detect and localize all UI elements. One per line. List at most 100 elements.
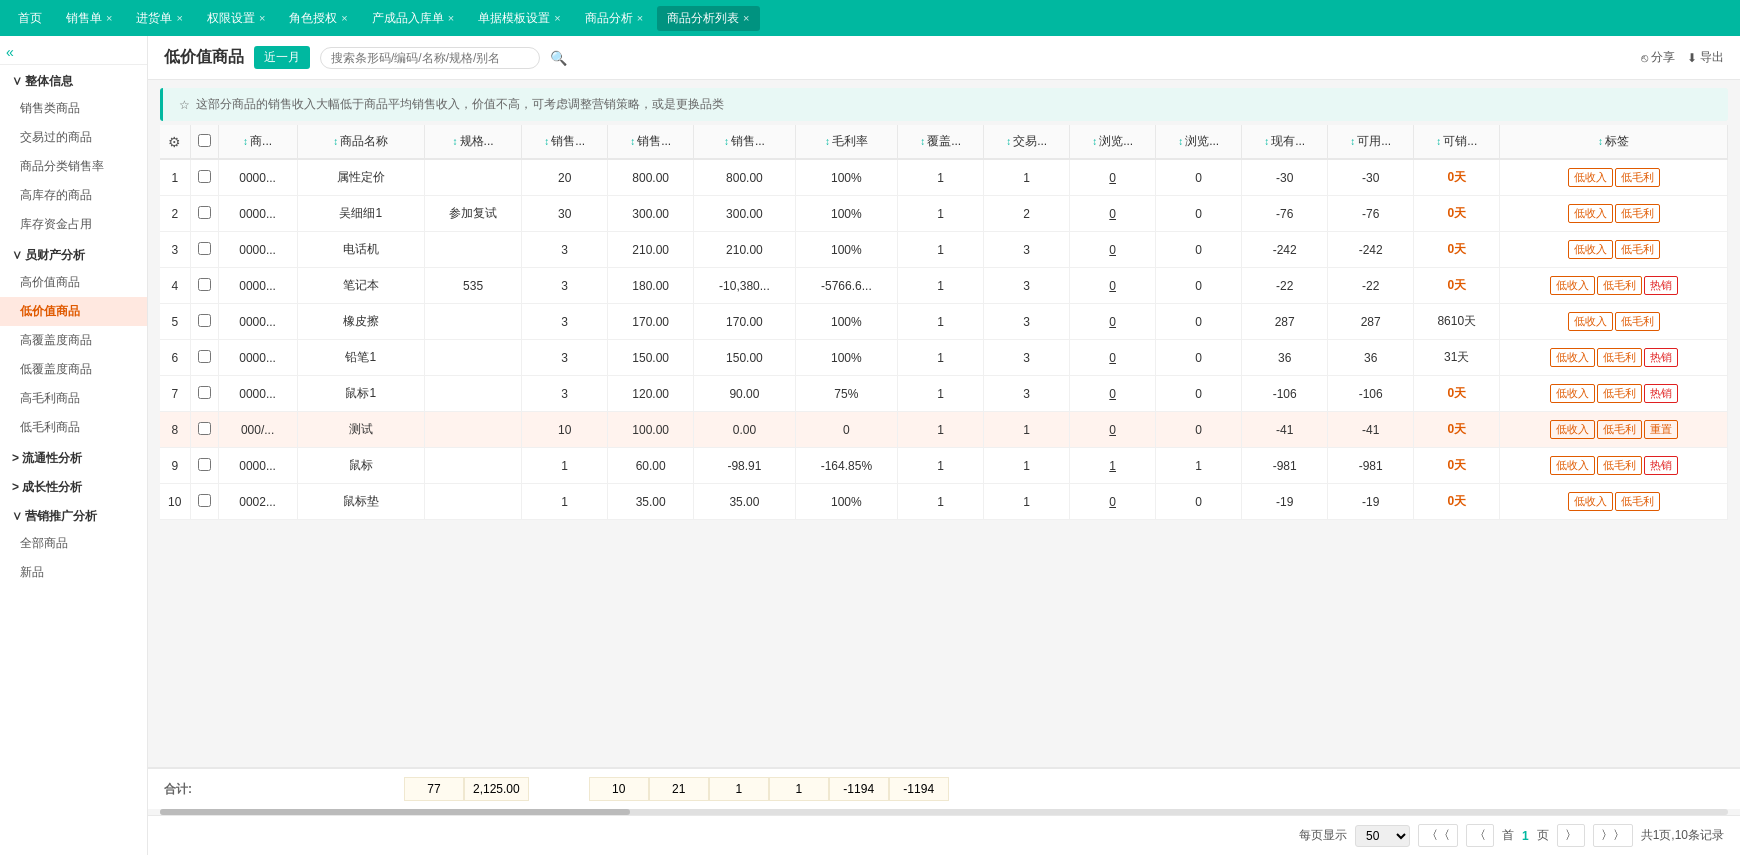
row-checkbox[interactable] bbox=[190, 304, 218, 340]
sort-icon[interactable]: ↕ bbox=[1350, 136, 1355, 147]
row-select-checkbox[interactable] bbox=[198, 494, 211, 507]
col-spec[interactable]: ↕规格... bbox=[425, 125, 522, 159]
settings-icon[interactable]: ⚙ bbox=[168, 134, 181, 150]
sidebar-group-liquidity[interactable]: > 流通性分析 bbox=[0, 442, 147, 471]
close-icon[interactable]: × bbox=[341, 12, 347, 24]
export-button[interactable]: ⬇ 导出 bbox=[1687, 49, 1724, 66]
sort-icon[interactable]: ↕ bbox=[1264, 136, 1269, 147]
browse-link[interactable]: 0 bbox=[1109, 243, 1116, 257]
row-checkbox[interactable] bbox=[190, 448, 218, 484]
sidebar-item-stock-capital[interactable]: 库存资金占用 bbox=[0, 210, 147, 239]
row-select-checkbox[interactable] bbox=[198, 242, 211, 255]
sort-icon[interactable]: ↕ bbox=[724, 136, 729, 147]
sidebar-group-asset[interactable]: ∨ 员财产分析 bbox=[0, 239, 147, 268]
last-page-btn[interactable]: 〉〉 bbox=[1593, 824, 1633, 847]
sort-icon[interactable]: ↕ bbox=[333, 136, 338, 147]
col-trade[interactable]: ↕交易... bbox=[984, 125, 1070, 159]
col-checkbox[interactable] bbox=[190, 125, 218, 159]
row-browse1[interactable]: 0 bbox=[1070, 159, 1156, 196]
nav-role-auth[interactable]: 角色授权 × bbox=[279, 6, 357, 31]
search-input[interactable] bbox=[320, 47, 540, 69]
sidebar-item-all-products[interactable]: 全部商品 bbox=[0, 529, 147, 558]
browse-link[interactable]: 0 bbox=[1109, 315, 1116, 329]
sidebar-item-low-value[interactable]: 低价值商品 bbox=[0, 297, 147, 326]
sidebar-item-high-value[interactable]: 高价值商品 bbox=[0, 268, 147, 297]
row-checkbox[interactable] bbox=[190, 484, 218, 520]
col-settings[interactable]: ⚙ bbox=[160, 125, 190, 159]
filter-button[interactable]: 近一月 bbox=[254, 46, 310, 69]
nav-template-settings[interactable]: 单据模板设置 × bbox=[468, 6, 570, 31]
close-icon[interactable]: × bbox=[176, 12, 182, 24]
row-browse1[interactable]: 0 bbox=[1070, 232, 1156, 268]
col-tags[interactable]: ↕标签 bbox=[1500, 125, 1728, 159]
sort-icon[interactable]: ↕ bbox=[630, 136, 635, 147]
sort-icon[interactable]: ↕ bbox=[825, 136, 830, 147]
sort-icon[interactable]: ↕ bbox=[920, 136, 925, 147]
sidebar-group-growth[interactable]: > 成长性分析 bbox=[0, 471, 147, 500]
sidebar-item-traded-products[interactable]: 交易过的商品 bbox=[0, 123, 147, 152]
row-browse1[interactable]: 0 bbox=[1070, 376, 1156, 412]
col-code[interactable]: ↕商... bbox=[218, 125, 297, 159]
sidebar-collapse-btn[interactable]: « bbox=[6, 44, 14, 60]
nav-permission[interactable]: 权限设置 × bbox=[197, 6, 275, 31]
sort-icon[interactable]: ↕ bbox=[1598, 136, 1603, 147]
sidebar-item-sales-products[interactable]: 销售类商品 bbox=[0, 94, 147, 123]
sidebar-group-overall[interactable]: ∨ 整体信息 bbox=[0, 65, 147, 94]
browse-link[interactable]: 0 bbox=[1109, 171, 1116, 185]
row-select-checkbox[interactable] bbox=[198, 422, 211, 435]
nav-product-inbound[interactable]: 产成品入库单 × bbox=[362, 6, 464, 31]
share-button[interactable]: ⎋ 分享 bbox=[1641, 49, 1675, 66]
search-icon[interactable]: 🔍 bbox=[550, 50, 567, 66]
row-select-checkbox[interactable] bbox=[198, 386, 211, 399]
col-browse1[interactable]: ↕浏览... bbox=[1070, 125, 1156, 159]
close-icon[interactable]: × bbox=[554, 12, 560, 24]
col-qty[interactable]: ↕销售... bbox=[522, 125, 608, 159]
row-browse1[interactable]: 0 bbox=[1070, 304, 1156, 340]
sort-icon[interactable]: ↕ bbox=[243, 136, 248, 147]
col-coverage[interactable]: ↕覆盖... bbox=[898, 125, 984, 159]
browse-link[interactable]: 0 bbox=[1109, 387, 1116, 401]
row-select-checkbox[interactable] bbox=[198, 170, 211, 183]
row-checkbox[interactable] bbox=[190, 376, 218, 412]
browse-link[interactable]: 0 bbox=[1109, 423, 1116, 437]
row-checkbox[interactable] bbox=[190, 268, 218, 304]
browse-link[interactable]: 1 bbox=[1109, 459, 1116, 473]
sidebar-item-category-sales[interactable]: 商品分类销售率 bbox=[0, 152, 147, 181]
row-browse1[interactable]: 0 bbox=[1070, 412, 1156, 448]
row-select-checkbox[interactable] bbox=[198, 350, 211, 363]
sidebar-item-high-stock[interactable]: 高库存的商品 bbox=[0, 181, 147, 210]
next-page-btn[interactable]: 〉 bbox=[1557, 824, 1585, 847]
nav-sales-order[interactable]: 销售单 × bbox=[56, 6, 122, 31]
sort-icon[interactable]: ↕ bbox=[544, 136, 549, 147]
close-icon[interactable]: × bbox=[448, 12, 454, 24]
row-checkbox[interactable] bbox=[190, 412, 218, 448]
nav-product-analysis[interactable]: 商品分析 × bbox=[575, 6, 653, 31]
col-margin[interactable]: ↕毛利率 bbox=[795, 125, 898, 159]
select-all-checkbox[interactable] bbox=[198, 134, 211, 147]
row-checkbox[interactable] bbox=[190, 232, 218, 268]
sidebar-item-low-coverage[interactable]: 低覆盖度商品 bbox=[0, 355, 147, 384]
nav-purchase-order[interactable]: 进货单 × bbox=[126, 6, 192, 31]
row-browse1[interactable]: 0 bbox=[1070, 484, 1156, 520]
sidebar-item-high-coverage[interactable]: 高覆盖度商品 bbox=[0, 326, 147, 355]
browse-link[interactable]: 0 bbox=[1109, 495, 1116, 509]
col-price2[interactable]: ↕销售... bbox=[694, 125, 795, 159]
row-browse1[interactable]: 0 bbox=[1070, 268, 1156, 304]
row-select-checkbox[interactable] bbox=[198, 458, 211, 471]
close-icon[interactable]: × bbox=[259, 12, 265, 24]
col-name[interactable]: ↕商品名称 bbox=[297, 125, 424, 159]
first-page-btn[interactable]: 〈〈 bbox=[1418, 824, 1458, 847]
close-icon[interactable]: × bbox=[637, 12, 643, 24]
sidebar-item-low-margin[interactable]: 低毛利商品 bbox=[0, 413, 147, 442]
close-icon[interactable]: × bbox=[106, 12, 112, 24]
sidebar-item-new-products[interactable]: 新品 bbox=[0, 558, 147, 587]
sort-icon[interactable]: ↕ bbox=[1006, 136, 1011, 147]
nav-analysis-list[interactable]: 商品分析列表 × bbox=[657, 6, 759, 31]
row-checkbox[interactable] bbox=[190, 340, 218, 376]
browse-link[interactable]: 0 bbox=[1109, 351, 1116, 365]
row-select-checkbox[interactable] bbox=[198, 206, 211, 219]
browse-link[interactable]: 0 bbox=[1109, 279, 1116, 293]
row-browse1[interactable]: 0 bbox=[1070, 340, 1156, 376]
browse-link[interactable]: 0 bbox=[1109, 207, 1116, 221]
col-saleable[interactable]: ↕可销... bbox=[1414, 125, 1500, 159]
